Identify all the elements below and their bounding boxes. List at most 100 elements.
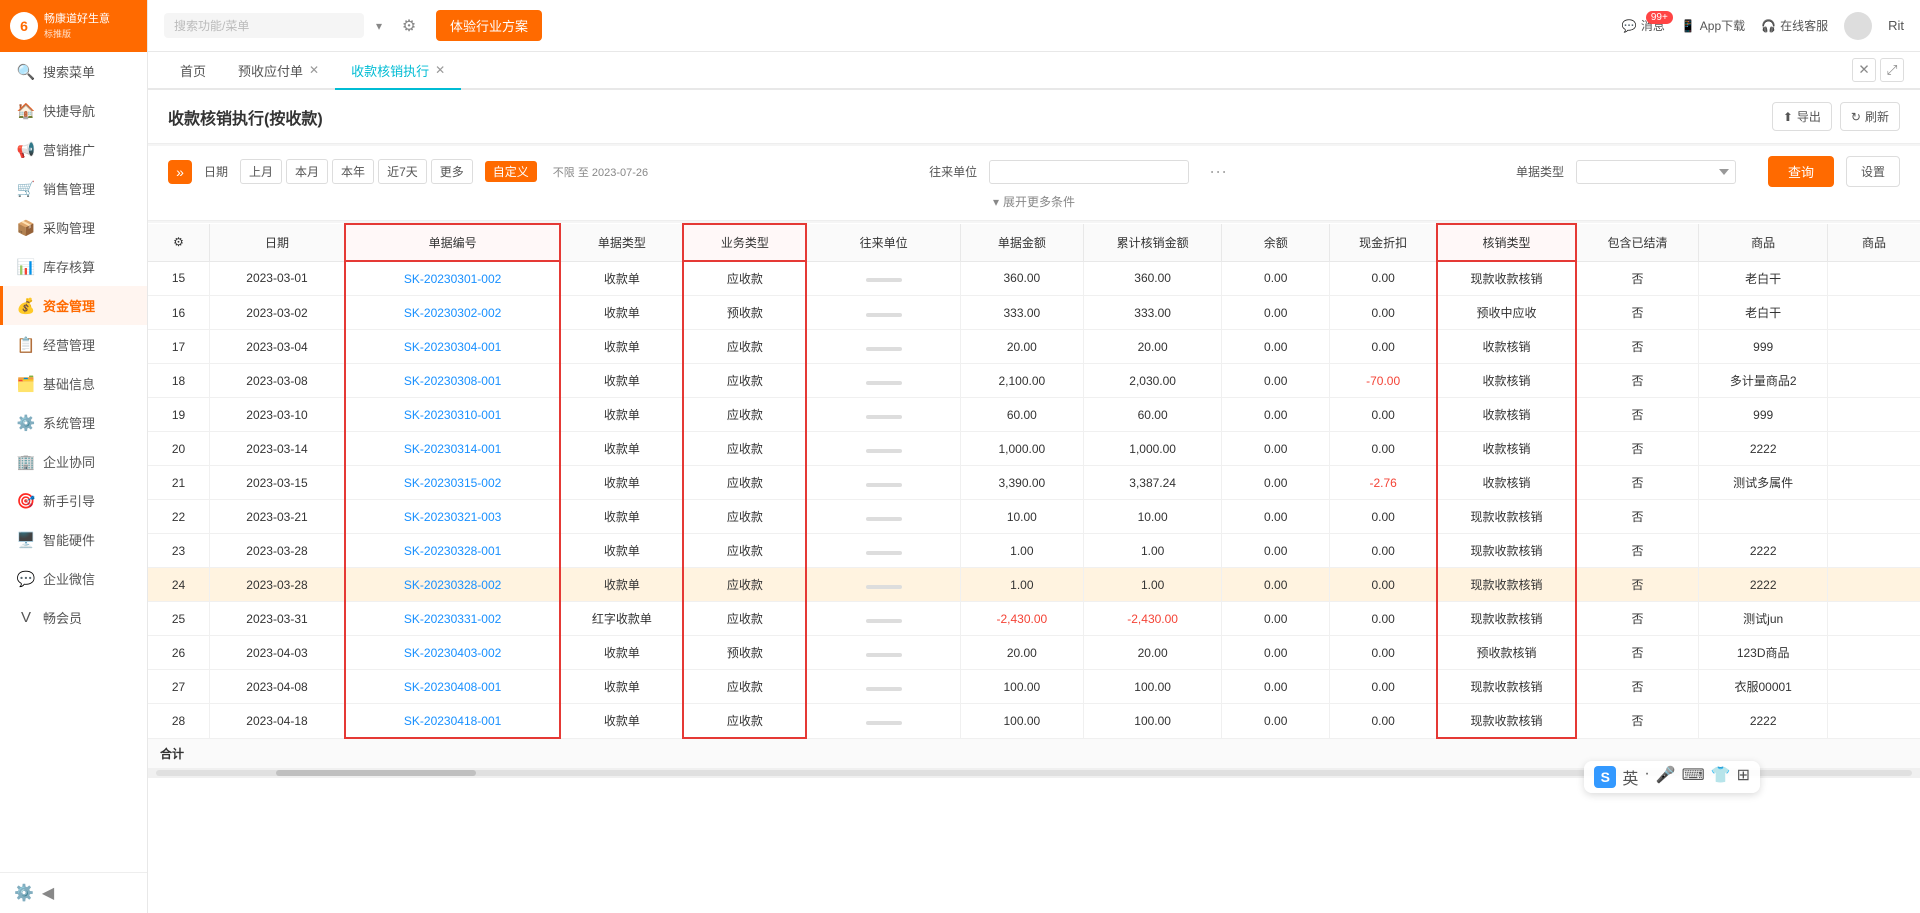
user-avatar[interactable] <box>1844 12 1872 40</box>
close-tab-btn[interactable]: ✕ <box>1852 58 1876 82</box>
sidebar-item-member[interactable]: V畅会员 <box>0 598 147 637</box>
td-doc_no[interactable]: SK-20230321-003 <box>345 500 560 534</box>
td-goods2 <box>1828 261 1920 296</box>
keyboard-icon[interactable]: ⌨ <box>1682 765 1705 789</box>
td-doc_no[interactable]: SK-20230315-002 <box>345 466 560 500</box>
td-amount: 2,100.00 <box>960 364 1083 398</box>
doc-link-1[interactable]: SK-20230302-002 <box>404 306 501 320</box>
expand-more-btn[interactable]: ▾ 展开更多条件 <box>993 193 1075 210</box>
td-doc_no[interactable]: SK-20230403-002 <box>345 636 560 670</box>
sidebar-item-inventory[interactable]: 📊库存核算 <box>0 247 147 286</box>
sidebar-item-purchase[interactable]: 📦采购管理 <box>0 208 147 247</box>
sidebar-item-wechat[interactable]: 💬企业微信 <box>0 559 147 598</box>
export-icon: ⬆ <box>1783 110 1793 124</box>
solution-btn[interactable]: 体验行业方案 <box>436 10 542 41</box>
query-btn[interactable]: 查询 <box>1768 156 1834 187</box>
scrollbar-thumb[interactable] <box>276 770 476 776</box>
td-doc_no[interactable]: SK-20230328-001 <box>345 534 560 568</box>
online-service-link[interactable]: 🎧 在线客服 <box>1761 17 1828 34</box>
date-btn-4[interactable]: 更多 <box>431 159 473 184</box>
date-btn-1[interactable]: 本月 <box>286 159 328 184</box>
td-verify_type: 现款收款核销 <box>1437 704 1575 739</box>
sidebar-item-hardware[interactable]: 🖥️智能硬件 <box>0 520 147 559</box>
custom-date-btn[interactable]: 自定义 <box>485 161 537 182</box>
td-doc_type: 收款单 <box>560 330 683 364</box>
doc-link-4[interactable]: SK-20230310-001 <box>404 408 501 422</box>
messages-link[interactable]: 💬 消息 99+ <box>1622 17 1665 34</box>
sidebar-item-newguide[interactable]: 🎯新手引导 <box>0 481 147 520</box>
td-doc_no[interactable]: SK-20230331-002 <box>345 602 560 636</box>
doc-link-11[interactable]: SK-20230403-002 <box>404 646 501 660</box>
doc-link-7[interactable]: SK-20230321-003 <box>404 510 501 524</box>
doc-link-13[interactable]: SK-20230418-001 <box>404 714 501 728</box>
doc-link-10[interactable]: SK-20230331-002 <box>404 612 501 626</box>
settings-gear[interactable]: ⚙ <box>394 11 424 41</box>
collapse-icon[interactable]: ◀ <box>42 883 54 903</box>
td-doc_no[interactable]: SK-20230328-002 <box>345 568 560 602</box>
tab-home[interactable]: 首页 <box>164 53 222 90</box>
th-goods: 商品 <box>1699 224 1828 261</box>
td-date: 2023-03-15 <box>210 466 345 500</box>
settings-icon[interactable]: ⚙️ <box>14 883 34 903</box>
sidebar-item-search[interactable]: 🔍搜索菜单 <box>0 52 147 91</box>
date-btn-0[interactable]: 上月 <box>240 159 282 184</box>
doc-link-3[interactable]: SK-20230308-001 <box>404 374 501 388</box>
td-goods2 <box>1828 500 1920 534</box>
td-doc_no[interactable]: SK-20230304-001 <box>345 330 560 364</box>
app-download-link[interactable]: 📱 App下载 <box>1681 17 1745 34</box>
td-amount: 1.00 <box>960 534 1083 568</box>
partner-input[interactable] <box>989 160 1189 184</box>
receipt-type-label: 单据类型 <box>1516 163 1564 180</box>
td-no: 28 <box>148 704 210 739</box>
td-doc_no[interactable]: SK-20230308-001 <box>345 364 560 398</box>
grid-icon[interactable]: ⊞ <box>1737 765 1750 789</box>
doc-link-0[interactable]: SK-20230301-002 <box>404 272 501 286</box>
doc-link-9[interactable]: SK-20230328-002 <box>404 578 501 592</box>
export-btn[interactable]: ⬆ 导出 <box>1772 102 1832 131</box>
tab-close-prepay[interactable]: ✕ <box>309 63 319 77</box>
date-btn-2[interactable]: 本年 <box>332 159 374 184</box>
filter-settings-btn[interactable]: 设置 <box>1846 156 1900 187</box>
sidebar-icon-member: V <box>17 609 35 627</box>
doc-link-8[interactable]: SK-20230328-001 <box>404 544 501 558</box>
tab-prepay[interactable]: 预收应付单✕ <box>222 53 335 90</box>
td-balance: 0.00 <box>1222 261 1330 296</box>
message-icon: 💬 <box>1622 19 1637 33</box>
sidebar-item-marketing[interactable]: 📢营销推广 <box>0 130 147 169</box>
td-include_settled: 否 <box>1576 636 1699 670</box>
mic-icon[interactable]: 🎤 <box>1656 765 1676 789</box>
td-doc_no[interactable]: SK-20230302-002 <box>345 296 560 330</box>
td-goods: 999 <box>1699 330 1828 364</box>
tab-collection[interactable]: 收款核销执行✕ <box>335 53 461 90</box>
td-no: 19 <box>148 398 210 432</box>
td-biz_type: 应收款 <box>683 466 806 500</box>
receipt-type-select[interactable] <box>1576 160 1736 184</box>
sidebar-item-operations[interactable]: 📋经营管理 <box>0 325 147 364</box>
sidebar-bottom[interactable]: ⚙️ ◀ <box>0 872 147 913</box>
sidebar-item-quicknav[interactable]: 🏠快捷导航 <box>0 91 147 130</box>
skin-icon[interactable]: 👕 <box>1711 765 1731 789</box>
td-doc_no[interactable]: SK-20230408-001 <box>345 670 560 704</box>
filter-expand-btn[interactable]: » <box>168 160 192 184</box>
search-breadcrumb[interactable]: 搜索功能/菜单 <box>164 13 364 38</box>
sidebar-item-system[interactable]: ⚙️系统管理 <box>0 403 147 442</box>
tab-close-collection[interactable]: ✕ <box>435 63 445 77</box>
sidebar-icon-search: 🔍 <box>17 63 35 81</box>
sidebar-icon-finance: 💰 <box>17 297 35 315</box>
doc-link-2[interactable]: SK-20230304-001 <box>404 340 501 354</box>
sidebar-item-finance[interactable]: 💰资金管理 <box>0 286 147 325</box>
td-doc_no[interactable]: SK-20230418-001 <box>345 704 560 739</box>
sidebar-item-enterprise[interactable]: 🏢企业协同 <box>0 442 147 481</box>
td-doc_no[interactable]: SK-20230310-001 <box>345 398 560 432</box>
td-doc_no[interactable]: SK-20230301-002 <box>345 261 560 296</box>
doc-link-6[interactable]: SK-20230315-002 <box>404 476 501 490</box>
sidebar-item-basic[interactable]: 🗂️基础信息 <box>0 364 147 403</box>
sidebar-item-sales[interactable]: 🛒销售管理 <box>0 169 147 208</box>
td-doc_no[interactable]: SK-20230314-001 <box>345 432 560 466</box>
refresh-btn[interactable]: ↻ 刷新 <box>1840 102 1900 131</box>
doc-link-12[interactable]: SK-20230408-001 <box>404 680 501 694</box>
date-btn-3[interactable]: 近7天 <box>378 159 427 184</box>
chevron-down-icon: ▾ <box>993 195 999 209</box>
doc-link-5[interactable]: SK-20230314-001 <box>404 442 501 456</box>
maximize-tab-btn[interactable]: ⤢ <box>1880 58 1904 82</box>
